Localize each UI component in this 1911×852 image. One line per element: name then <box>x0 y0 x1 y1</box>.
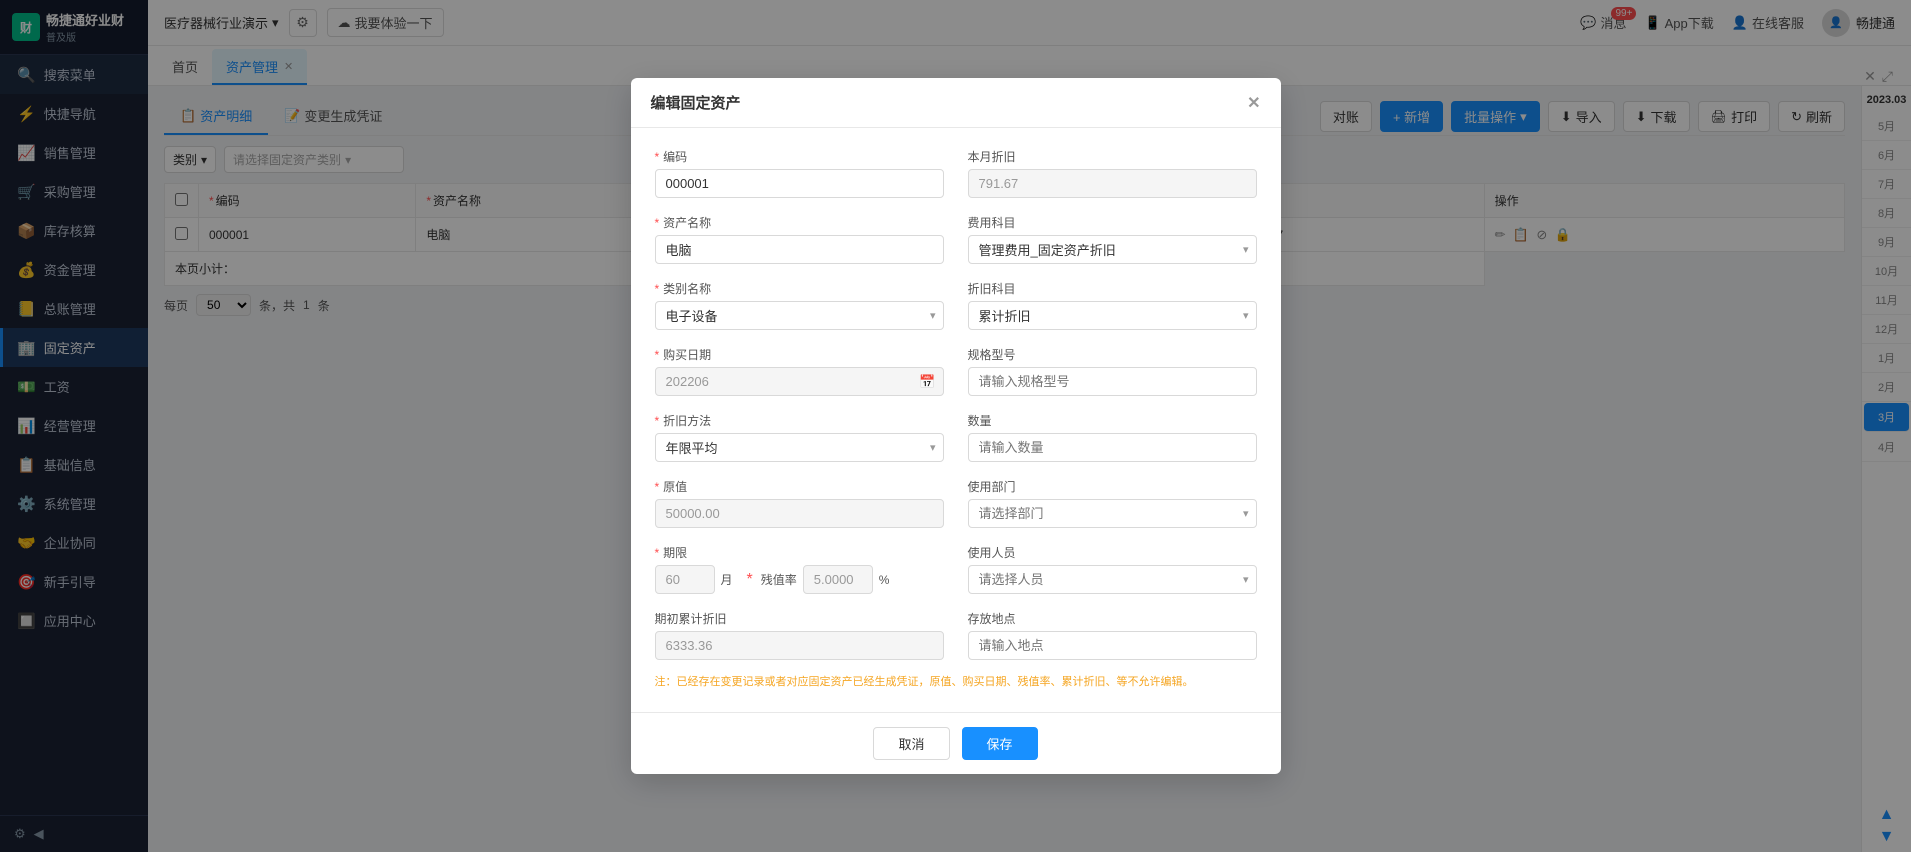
depreciation-method-input[interactable] <box>655 433 944 462</box>
modal-overlay: 编辑固定资产 ✕ * 编码 本月折旧 <box>0 0 1911 852</box>
period-input[interactable] <box>655 565 715 594</box>
form-grid: * 编码 本月折旧 * 资产名称 <box>655 148 1257 660</box>
calendar-icon[interactable]: 📅 <box>919 374 935 390</box>
modal-footer: 取消 保存 <box>631 712 1281 774</box>
current-month-depreciation-input <box>968 169 1257 198</box>
category-input[interactable] <box>655 301 944 330</box>
code-label: * 编码 <box>655 148 944 165</box>
use-department-select-wrap: ▾ <box>968 499 1257 528</box>
use-department-input[interactable] <box>968 499 1257 528</box>
depreciation-subject-input[interactable] <box>968 301 1257 330</box>
initial-accumulated-depreciation-input[interactable] <box>655 631 944 660</box>
current-month-depreciation-label: 本月折旧 <box>968 148 1257 165</box>
purchase-date-input[interactable] <box>655 367 944 396</box>
storage-location-input[interactable] <box>968 631 1257 660</box>
cancel-button[interactable]: 取消 <box>873 727 949 760</box>
depreciation-method-select-wrap: ▾ <box>655 433 944 462</box>
original-value-input[interactable] <box>655 499 944 528</box>
depreciation-subject-label: 折旧科目 <box>968 280 1257 297</box>
form-item-quantity: 数量 <box>968 412 1257 462</box>
modal-header: 编辑固定资产 ✕ <box>631 78 1281 128</box>
form-item-asset-name: * 资产名称 <box>655 214 944 264</box>
residual-rate-label-inline: 残值率 <box>761 571 797 588</box>
form-item-initial-accumulated-depreciation: 期初累计折旧 <box>655 610 944 660</box>
use-person-input[interactable] <box>968 565 1257 594</box>
spec-input[interactable] <box>968 367 1257 396</box>
form-item-depreciation-subject: 折旧科目 ▾ <box>968 280 1257 330</box>
expense-subject-label: 费用科目 <box>968 214 1257 231</box>
purchase-date-wrap: 📅 <box>655 367 944 396</box>
form-item-period: * 期限 月 * 残值率 % <box>655 544 944 594</box>
original-value-label: * 原值 <box>655 478 944 495</box>
modal-body: * 编码 本月折旧 * 资产名称 <box>631 128 1281 712</box>
initial-accumulated-depreciation-label: 期初累计折旧 <box>655 610 944 627</box>
form-item-code: * 编码 <box>655 148 944 198</box>
residual-rate-pct: % <box>879 573 890 587</box>
use-department-label: 使用部门 <box>968 478 1257 495</box>
form-item-original-value: * 原值 <box>655 478 944 528</box>
purchase-date-label: * 购买日期 <box>655 346 944 363</box>
form-item-purchase-date: * 购买日期 📅 <box>655 346 944 396</box>
form-item-depreciation-method: * 折旧方法 ▾ <box>655 412 944 462</box>
modal-close-button[interactable]: ✕ <box>1247 93 1260 113</box>
form-item-spec: 规格型号 <box>968 346 1257 396</box>
period-row: 月 * 残值率 % <box>655 565 944 594</box>
form-item-use-department: 使用部门 ▾ <box>968 478 1257 528</box>
code-input[interactable] <box>655 169 944 198</box>
depreciation-method-label: * 折旧方法 <box>655 412 944 429</box>
category-select-wrap: ▾ <box>655 301 944 330</box>
quantity-label: 数量 <box>968 412 1257 429</box>
expense-subject-input[interactable] <box>968 235 1257 264</box>
period-label: * 期限 <box>655 544 944 561</box>
asset-name-label: * 资产名称 <box>655 214 944 231</box>
form-item-category: * 类别名称 ▾ <box>655 280 944 330</box>
use-person-select-wrap: ▾ <box>968 565 1257 594</box>
form-item-expense-subject: 费用科目 ▾ <box>968 214 1257 264</box>
edit-asset-modal: 编辑固定资产 ✕ * 编码 本月折旧 <box>631 78 1281 774</box>
form-item-current-month-depreciation: 本月折旧 <box>968 148 1257 198</box>
depreciation-subject-select-wrap: ▾ <box>968 301 1257 330</box>
period-unit: 月 <box>721 571 733 588</box>
save-button[interactable]: 保存 <box>962 727 1038 760</box>
form-note: 注：已经存在变更记录或者对应固定资产已经生成凭证，原值、购买日期、残值率、累计折… <box>655 674 1257 692</box>
quantity-input[interactable] <box>968 433 1257 462</box>
category-label: * 类别名称 <box>655 280 944 297</box>
form-item-storage-location: 存放地点 <box>968 610 1257 660</box>
spec-label: 规格型号 <box>968 346 1257 363</box>
residual-rate-input[interactable] <box>803 565 873 594</box>
expense-subject-select-wrap: ▾ <box>968 235 1257 264</box>
modal-title: 编辑固定资产 <box>651 92 741 113</box>
form-item-use-person: 使用人员 ▾ <box>968 544 1257 594</box>
storage-location-label: 存放地点 <box>968 610 1257 627</box>
use-person-label: 使用人员 <box>968 544 1257 561</box>
asset-name-input[interactable] <box>655 235 944 264</box>
